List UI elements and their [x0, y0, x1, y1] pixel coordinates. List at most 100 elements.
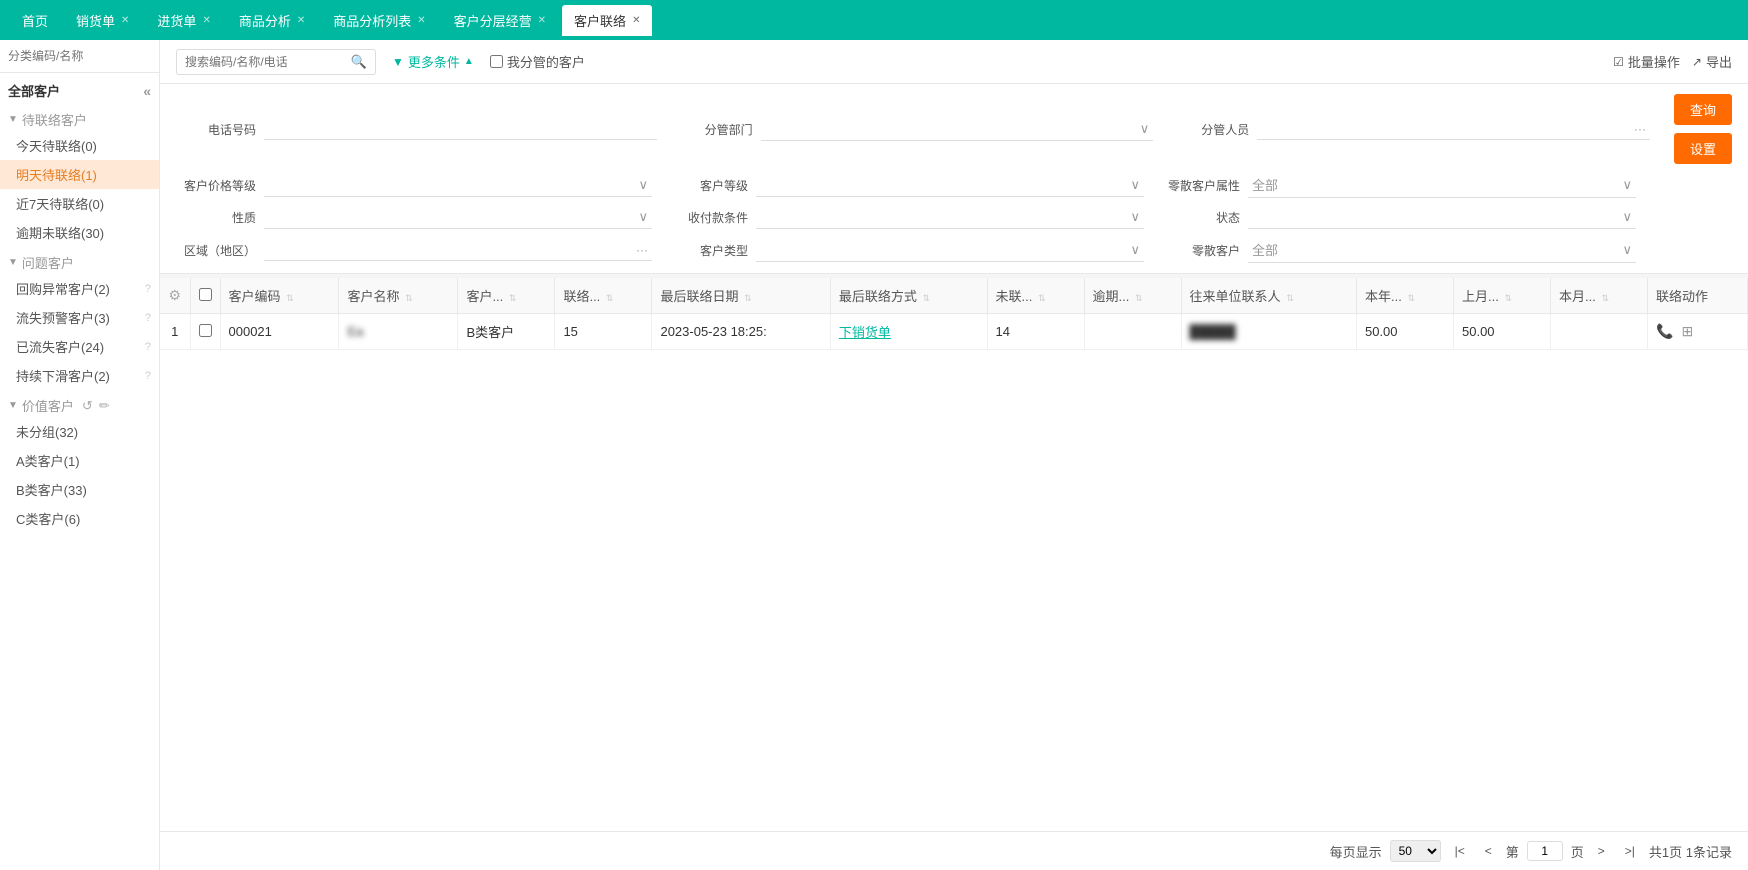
nav-goods-list-close[interactable]: ✕ [417, 15, 425, 26]
prev-page-btn[interactable]: < [1479, 842, 1498, 860]
sort-contacts-icon[interactable]: ⇅ [1286, 293, 1294, 303]
value-edit-icon[interactable]: ✏ [99, 398, 110, 414]
sidebar-collapse-btn[interactable]: « [143, 83, 151, 99]
more-filter-btn[interactable]: ▼ 更多条件 ▲ [384, 48, 482, 75]
nav-customer-segment-close[interactable]: ✕ [538, 15, 546, 26]
filter-customer-type-label: 客户类型 [668, 242, 748, 259]
page-size-select[interactable]: 50 100 200 [1390, 840, 1441, 862]
action-icons-wrap: 📞 ⊞ [1656, 323, 1739, 340]
sort-last-month-icon[interactable]: ⇅ [1504, 293, 1512, 303]
batch-btn[interactable]: ☑ 批量操作 [1613, 52, 1680, 71]
filter-payment-select[interactable]: ∨ [756, 206, 1144, 229]
sidebar-item-b-class[interactable]: B类客户(33) [0, 475, 159, 504]
sidebar-item-churn-warning[interactable]: 流失预警客户(3) ? [0, 303, 159, 332]
nav-home[interactable]: 首页 [10, 5, 60, 36]
nav-purchase[interactable]: 进货单 ✕ [145, 5, 222, 36]
td-overdue [1084, 314, 1181, 350]
td-last-method[interactable]: 下销货单 [830, 314, 987, 350]
row-checkbox[interactable] [199, 324, 212, 337]
settings-btn[interactable]: 设置 [1674, 133, 1732, 164]
main-search-input[interactable] [185, 55, 347, 69]
filter-dept-select[interactable]: ∨ [761, 118, 1154, 141]
page-number-input[interactable] [1527, 841, 1563, 861]
filter-nature-select[interactable]: ∨ [264, 206, 652, 229]
filter-status-select[interactable]: ∨ [1248, 206, 1636, 229]
sidebar-all-customers[interactable]: 全部客户 « [0, 73, 159, 104]
filter-field-dept: 分管部门 ∨ [673, 118, 1154, 141]
sidebar-search-wrap: 🔍 [0, 40, 159, 73]
next-page-btn[interactable]: > [1592, 842, 1611, 860]
td-last-month: 50.00 [1454, 314, 1551, 350]
nav-customer-segment[interactable]: 客户分层经营 ✕ [442, 5, 558, 36]
filter-retail-attr-select[interactable]: 全部 ∨ [1248, 172, 1636, 198]
sidebar: 🔍 全部客户 « ▼ 待联络客户 今天待联络(0) 明天待联络(1) 近7天待联… [0, 40, 160, 870]
top-nav: 首页 销货单 ✕ 进货单 ✕ 商品分析 ✕ 商品分析列表 ✕ 客户分层经营 ✕ … [0, 0, 1748, 40]
sidebar-item-today[interactable]: 今天待联络(0) [0, 131, 159, 160]
grid-action-icon[interactable]: ⊞ [1681, 323, 1693, 340]
nav-purchase-close[interactable]: ✕ [202, 15, 210, 26]
nav-customer-contact-close[interactable]: ✕ [632, 15, 640, 26]
settings-icon[interactable]: ⚙ [168, 287, 181, 303]
sidebar-item-churned[interactable]: 已流失客户(24) ? [0, 332, 159, 361]
table-row: 1 000021 Ea B类客户 15 2023-05-23 18:25: 下销… [160, 314, 1748, 350]
nav-goods[interactable]: 商品分析 ✕ [227, 5, 317, 36]
sidebar-item-overdue[interactable]: 逾期未联络(30) [0, 218, 159, 247]
content-area: 🔍 ▼ 更多条件 ▲ 我分管的客户 ☑ 批量操作 ↗ 导出 [160, 40, 1748, 870]
table-select-all[interactable] [199, 288, 212, 301]
sidebar-item-repurchase-abnormal[interactable]: 回购异常客户(2) ? [0, 274, 159, 303]
th-uncontacted: 未联... ⇅ [987, 278, 1084, 314]
filter-field-retail: 零散客户 全部 ∨ [1160, 237, 1636, 263]
phone-action-icon[interactable]: 📞 [1656, 323, 1673, 340]
value-refresh-icon[interactable]: ↺ [82, 398, 93, 414]
sidebar-item-declining[interactable]: 持续下滑客户(2) ? [0, 361, 159, 390]
query-btn[interactable]: 查询 [1674, 94, 1732, 125]
sidebar-item-7days[interactable]: 近7天待联络(0) [0, 189, 159, 218]
sidebar-item-a-class[interactable]: A类客户(1) [0, 446, 159, 475]
th-checkbox[interactable] [190, 278, 220, 314]
th-this-month: 本月... ⇅ [1551, 278, 1648, 314]
sort-this-month-icon[interactable]: ⇅ [1601, 293, 1609, 303]
filter-phone-input[interactable] [264, 119, 657, 140]
th-this-year: 本年... ⇅ [1356, 278, 1453, 314]
last-method-link[interactable]: 下销货单 [839, 325, 891, 340]
filter-customer-type-select[interactable]: ∨ [756, 239, 1144, 262]
td-this-month [1551, 314, 1648, 350]
sidebar-search-input[interactable] [8, 49, 160, 63]
filter-field-price-level: 客户价格等级 ∨ [176, 174, 652, 197]
nav-customer-contact[interactable]: 客户联络 ✕ [562, 5, 652, 36]
sidebar-item-ungrouped[interactable]: 未分组(32) [0, 417, 159, 446]
nav-goods-close[interactable]: ✕ [297, 15, 305, 26]
my-customers-checkbox-label[interactable]: 我分管的客户 [490, 52, 585, 71]
sort-type-icon[interactable]: ⇅ [509, 293, 517, 303]
filter-person-dots[interactable]: ··· [1634, 122, 1646, 136]
sort-year-icon[interactable]: ⇅ [1407, 293, 1415, 303]
sort-code-icon[interactable]: ⇅ [286, 293, 294, 303]
nav-sales[interactable]: 销货单 ✕ [64, 5, 141, 36]
sort-name-icon[interactable]: ⇅ [405, 293, 413, 303]
page-size-label: 每页显示 [1330, 842, 1382, 861]
td-row-checkbox[interactable] [190, 314, 220, 350]
filter-field-region: 区域（地区） ··· [176, 240, 652, 261]
sort-uncontacted-icon[interactable]: ⇅ [1038, 293, 1046, 303]
help-icon-1: ? [145, 283, 151, 295]
sort-contact-icon[interactable]: ⇅ [606, 293, 614, 303]
filter-level-select[interactable]: ∨ [756, 174, 1144, 197]
my-customers-checkbox[interactable] [490, 55, 503, 68]
sort-overdue-icon[interactable]: ⇅ [1135, 293, 1143, 303]
filter-row-1: 电话号码 分管部门 ∨ 分管人员 ··· 查询 设置 [176, 94, 1732, 164]
export-btn[interactable]: ↗ 导出 [1692, 52, 1732, 71]
sidebar-item-c-class[interactable]: C类客户(6) [0, 504, 159, 533]
filter-region-dots[interactable]: ··· [636, 243, 648, 257]
last-page-btn[interactable]: >| [1619, 842, 1641, 860]
first-page-btn[interactable]: |< [1449, 842, 1471, 860]
filter-price-level-select[interactable]: ∨ [264, 174, 652, 197]
filter-status-label: 状态 [1160, 209, 1240, 226]
sidebar-item-tomorrow[interactable]: 明天待联络(1) [0, 160, 159, 189]
th-settings[interactable]: ⚙ [160, 278, 190, 314]
nav-sales-close[interactable]: ✕ [121, 15, 129, 26]
search-icon[interactable]: 🔍 [351, 54, 367, 70]
sort-method-icon[interactable]: ⇅ [923, 293, 931, 303]
filter-retail-select[interactable]: 全部 ∨ [1248, 237, 1636, 263]
nav-goods-list[interactable]: 商品分析列表 ✕ [321, 5, 437, 36]
sort-date-icon[interactable]: ⇅ [744, 293, 752, 303]
